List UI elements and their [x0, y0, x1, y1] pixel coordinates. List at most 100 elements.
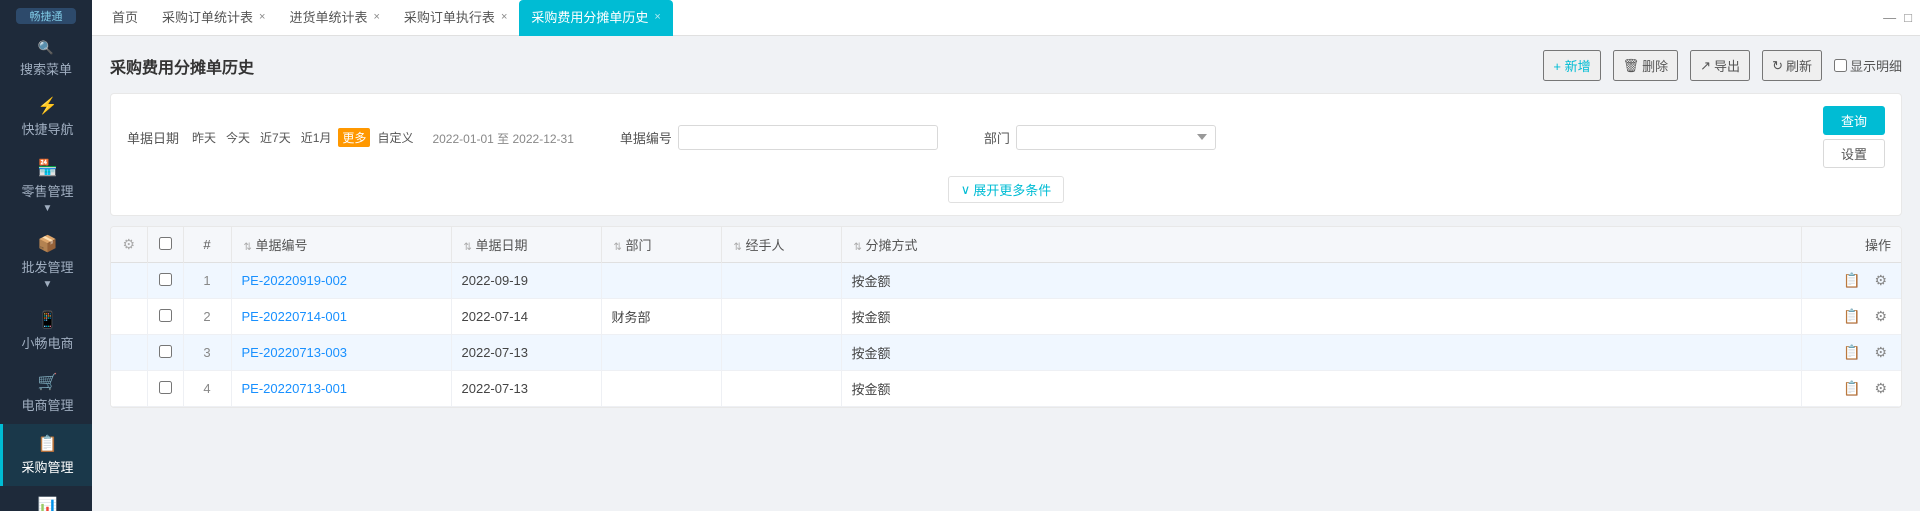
tab-close-import-stat[interactable]: × — [373, 11, 379, 23]
row-checkbox-1[interactable] — [159, 309, 172, 322]
query-button[interactable]: 查询 — [1823, 106, 1885, 135]
table-row: 2 PE-20220714-001 2022-07-14 财务部 按金额 📋 ⚙ — [111, 299, 1901, 335]
gear-icon[interactable]: ⚙ — [122, 236, 135, 252]
row-dept-cell — [601, 371, 721, 407]
table-row: 3 PE-20220713-003 2022-07-13 按金额 📋 ⚙ — [111, 335, 1901, 371]
show-cols-checkbox[interactable] — [1834, 59, 1847, 72]
doc-no-input[interactable] — [678, 125, 938, 150]
row-edit-icon[interactable]: 📋 — [1839, 378, 1864, 399]
row-settings-cell — [111, 299, 147, 335]
row-action-cell: 📋 ⚙ — [1801, 335, 1901, 371]
row-more-icon[interactable]: ⚙ — [1870, 378, 1891, 399]
sidebar-item-retail[interactable]: 🏪 零售管理 ▼ — [0, 148, 92, 224]
date-shortcuts: 昨天 今天 近7天 近1月 更多 自定义 — [189, 128, 416, 147]
row-date-cell: 2022-07-13 — [451, 371, 601, 407]
row-split-cell: 按金额 — [841, 371, 1801, 407]
date-1month[interactable]: 近1月 — [298, 128, 335, 147]
export-icon: ↗ — [1700, 58, 1711, 74]
row-settings-cell — [111, 263, 147, 299]
maximize-button[interactable]: □ — [1904, 10, 1912, 25]
sort-icon: ⇅ — [854, 242, 862, 253]
row-handler-cell — [721, 335, 841, 371]
page-body: 采购费用分摊单历史 + 新增 🗑 删除 ↗ 导出 ↻ 刷新 显示明细 — [92, 36, 1920, 511]
date-7days[interactable]: 近7天 — [257, 128, 294, 147]
date-label: 单据日期 — [127, 128, 179, 147]
expand-row: ∨ 展开更多条件 — [127, 176, 1885, 203]
row-doc-no-link[interactable]: PE-20220713-001 — [242, 381, 348, 396]
wholesale-icon: 📦 — [38, 234, 58, 254]
export-button[interactable]: ↗ 导出 — [1690, 50, 1750, 81]
purchase-icon: 📋 — [38, 434, 58, 454]
refresh-icon: ↻ — [1772, 58, 1783, 74]
delete-icon: 🗑 — [1623, 58, 1640, 74]
tab-purchase-exec[interactable]: 采购订单执行表 × — [392, 0, 519, 36]
add-button[interactable]: + 新增 — [1543, 50, 1600, 81]
shortcut-icon: ⚡ — [38, 96, 58, 116]
doc-no-filter: 单据编号 — [620, 125, 938, 150]
row-checkbox-0[interactable] — [159, 273, 172, 286]
doc-no-label: 单据编号 — [620, 128, 672, 147]
row-more-icon[interactable]: ⚙ — [1870, 342, 1891, 363]
tab-import-stat[interactable]: 进货单统计表 × — [277, 0, 391, 36]
date-yesterday[interactable]: 昨天 — [189, 128, 219, 147]
retail-icon: 🏪 — [38, 158, 58, 178]
tab-close-purchase-exec[interactable]: × — [501, 11, 507, 23]
tabs-bar: 首页 采购订单统计表 × 进货单统计表 × 采购订单执行表 × 采购费用分摊单历… — [92, 0, 1920, 36]
sidebar-item-shortcut[interactable]: ⚡ 快捷导航 — [0, 86, 92, 148]
tab-home[interactable]: 首页 — [100, 0, 150, 36]
refresh-button[interactable]: ↻ 刷新 — [1762, 50, 1822, 81]
row-doc-no-cell: PE-20220713-001 — [231, 371, 451, 407]
row-dept-cell — [601, 335, 721, 371]
sidebar-item-mini[interactable]: 📱 小畅电商 — [0, 300, 92, 362]
row-date-cell: 2022-07-14 — [451, 299, 601, 335]
col-header-action: 操作 — [1801, 227, 1901, 263]
dept-select[interactable] — [1016, 125, 1216, 150]
delete-button[interactable]: 🗑 删除 — [1613, 50, 1679, 81]
row-date-cell: 2022-07-13 — [451, 335, 601, 371]
show-cols-label[interactable]: 显示明细 — [1834, 56, 1902, 75]
row-split-cell: 按金额 — [841, 263, 1801, 299]
row-doc-no-link[interactable]: PE-20220919-002 — [242, 273, 348, 288]
sidebar-item-search[interactable]: 🔍 搜索菜单 — [0, 32, 92, 86]
chevron-down-icon: ▼ — [43, 279, 53, 290]
header-actions: + 新增 🗑 删除 ↗ 导出 ↻ 刷新 显示明细 — [1543, 50, 1902, 81]
data-table: ⚙ # ⇅ 单据编号 ⇅ 单据日期 — [110, 226, 1902, 408]
minimize-button[interactable]: — — [1883, 10, 1896, 25]
row-settings-cell — [111, 371, 147, 407]
row-edit-icon[interactable]: 📋 — [1839, 342, 1864, 363]
tab-close-purchase-cost[interactable]: × — [654, 11, 660, 23]
row-handler-cell — [721, 371, 841, 407]
date-today[interactable]: 今天 — [223, 128, 253, 147]
row-edit-icon[interactable]: 📋 — [1839, 270, 1864, 291]
sidebar: 畅捷通 🔍 搜索菜单 ⚡ 快捷导航 🏪 零售管理 ▼ 📦 批发管理 ▼ 📱 小畅… — [0, 0, 92, 511]
sidebar-item-wholesale[interactable]: 📦 批发管理 ▼ — [0, 224, 92, 300]
row-doc-no-link[interactable]: PE-20220713-003 — [242, 345, 348, 360]
row-doc-no-link[interactable]: PE-20220714-001 — [242, 309, 348, 324]
tab-purchase-cost[interactable]: 采购费用分摊单历史 × — [519, 0, 672, 36]
settings-button[interactable]: 设置 — [1823, 139, 1885, 168]
row-checkbox-3[interactable] — [159, 381, 172, 394]
sort-icon: ⇅ — [244, 242, 252, 253]
row-doc-no-cell: PE-20220713-003 — [231, 335, 451, 371]
row-split-cell: 按金额 — [841, 299, 1801, 335]
col-header-split: ⇅ 分摊方式 — [841, 227, 1801, 263]
sidebar-logo: 畅捷通 — [16, 8, 76, 24]
expand-button[interactable]: ∨ 展开更多条件 — [948, 176, 1065, 203]
dept-label: 部门 — [984, 128, 1010, 147]
select-all-checkbox[interactable] — [159, 237, 172, 250]
tabs-window-controls: — □ — [1883, 10, 1912, 25]
row-edit-icon[interactable]: 📋 — [1839, 306, 1864, 327]
row-more-icon[interactable]: ⚙ — [1870, 306, 1891, 327]
tab-purchase-stat[interactable]: 采购订单统计表 × — [150, 0, 277, 36]
sidebar-item-purchase[interactable]: 📋 采购管理 — [0, 424, 92, 486]
row-more-icon[interactable]: ⚙ — [1870, 270, 1891, 291]
row-checkbox-2[interactable] — [159, 345, 172, 358]
date-custom[interactable]: 自定义 — [374, 128, 416, 147]
row-settings-cell — [111, 335, 147, 371]
sort-icon: ⇅ — [464, 242, 472, 253]
tab-close-purchase-stat[interactable]: × — [259, 11, 265, 23]
date-more[interactable]: 更多 — [338, 128, 370, 147]
date-filter: 单据日期 昨天 今天 近7天 近1月 更多 自定义 — [127, 128, 416, 147]
sidebar-item-inventory[interactable]: 📊 库存核算 — [0, 486, 92, 511]
sidebar-item-ecommerce[interactable]: 🛒 电商管理 — [0, 362, 92, 424]
